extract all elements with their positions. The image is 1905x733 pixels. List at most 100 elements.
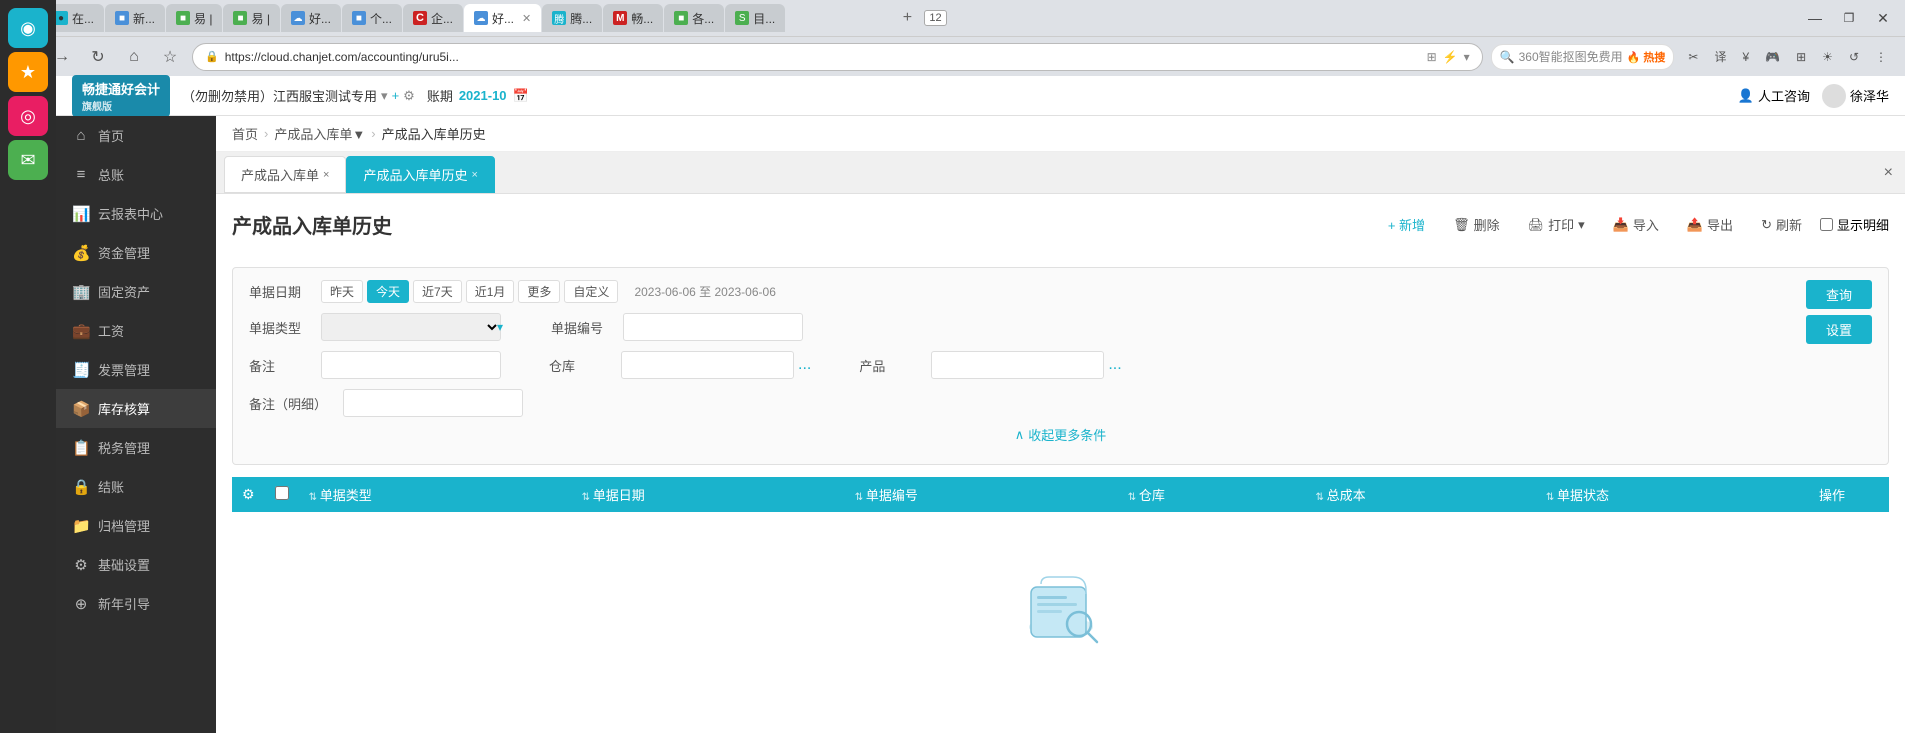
search-bar-360[interactable]: 🔍 360智能抠图免费用 🔥 热搜: [1491, 44, 1675, 70]
app-sidebar: ◉ ★ ◎ ✉: [0, 0, 56, 733]
select-all-checkbox[interactable]: [275, 486, 289, 500]
delete-button[interactable]: 🗑 删除: [1443, 210, 1510, 239]
table-col-checkbox[interactable]: [265, 477, 299, 512]
add-button[interactable]: + 新增: [1378, 210, 1435, 239]
product-input[interactable]: [931, 351, 1104, 379]
nav-item-ledger[interactable]: ≡ 总账: [56, 155, 216, 194]
breadcrumb-home[interactable]: 首页: [232, 124, 258, 143]
table-col-docnumber[interactable]: ⇅ 单据编号: [845, 477, 1118, 512]
table-col-docstatus[interactable]: ⇅ 单据状态: [1536, 477, 1809, 512]
tab11-label: 各...: [692, 10, 714, 27]
period-selector[interactable]: 账期 2021-10 📅: [427, 86, 529, 105]
settings-nav-icon: ⚙: [72, 556, 90, 574]
company-selector[interactable]: （勿删勿禁用）江西服宝测试专用 ▾ + ⚙: [182, 86, 415, 105]
sidebar-app1[interactable]: ◉: [8, 8, 48, 48]
home-button[interactable]: ⌂: [120, 43, 148, 71]
filter-area: 单据日期 昨天 今天 近7天 近1月 更多 自定义 2023-06-06 至 2…: [232, 267, 1889, 465]
page-tab-history-close[interactable]: ×: [471, 169, 477, 181]
nav-item-home[interactable]: ⌂ 首页: [56, 116, 216, 155]
brightness-icon[interactable]: ☀: [1816, 43, 1839, 71]
nav-item-invoice[interactable]: 🧾 发票管理: [56, 350, 216, 389]
game-icon[interactable]: 🎮: [1759, 43, 1786, 71]
browser-tab-8[interactable]: ☁ 好... ✕: [464, 4, 541, 32]
window-restore[interactable]: ❐: [1835, 4, 1863, 32]
browser-tab-11[interactable]: ■ 各...: [664, 4, 724, 32]
address-bar[interactable]: 🔒 https://cloud.chanjet.com/accounting/u…: [192, 43, 1483, 71]
service-button[interactable]: 👤 人工咨询: [1738, 86, 1810, 105]
collapse-filters-button[interactable]: ∧ 收起更多条件: [1015, 425, 1107, 444]
browser-tab-4[interactable]: ■ 易 |: [223, 4, 279, 32]
table-col-docdate[interactable]: ⇅ 单据日期: [572, 477, 845, 512]
page-tab-list[interactable]: 产成品入库单 ×: [224, 156, 346, 193]
warehouse-input[interactable]: [621, 351, 794, 379]
product-picker-icon[interactable]: ...: [1108, 356, 1121, 374]
detail-remark-input[interactable]: [343, 389, 523, 417]
page-tab-history[interactable]: 产成品入库单历史 ×: [346, 156, 494, 193]
close-panel-button[interactable]: ×: [1872, 160, 1905, 186]
sidebar-app3[interactable]: ◎: [8, 96, 48, 136]
doctype-select[interactable]: [321, 313, 501, 341]
tab8-close[interactable]: ✕: [522, 12, 531, 25]
nav-item-inventory[interactable]: 📦 库存核算: [56, 389, 216, 428]
nav-item-cloud-report[interactable]: 📊 云报表中心: [56, 194, 216, 233]
browser-tab-12[interactable]: S 目...: [725, 4, 785, 32]
query-button[interactable]: 查询: [1806, 280, 1872, 309]
refresh-button[interactable]: ↻: [84, 43, 112, 71]
table-col-totalcost[interactable]: ⇅ 总成本: [1305, 477, 1535, 512]
table-col-warehouse[interactable]: ⇅ 仓库: [1118, 477, 1306, 512]
nav-item-new-guide[interactable]: ⊕ 新年引导: [56, 584, 216, 623]
yuan-icon[interactable]: ¥: [1736, 43, 1755, 71]
browser-tab-3[interactable]: ■ 易 |: [166, 4, 222, 32]
date-opt-custom[interactable]: 自定义: [564, 280, 618, 303]
nav-item-settings[interactable]: ⚙ 基础设置: [56, 545, 216, 584]
browser-tab-6[interactable]: ■ 个...: [342, 4, 402, 32]
date-opt-more[interactable]: 更多: [518, 280, 560, 303]
export-button[interactable]: 📤 导出: [1677, 210, 1743, 239]
warehouse-picker-icon[interactable]: ...: [798, 356, 811, 374]
scissor-icon[interactable]: ✂: [1682, 43, 1704, 71]
user-menu[interactable]: 徐泽华: [1822, 84, 1889, 108]
settings-icon[interactable]: ⚙: [403, 88, 415, 104]
window-minimize[interactable]: —: [1801, 4, 1829, 32]
add-company-icon[interactable]: +: [392, 88, 400, 103]
new-tab-button[interactable]: +: [894, 5, 920, 31]
remark-filter-label: 备注: [249, 356, 305, 375]
more-icon[interactable]: ⋮: [1869, 43, 1893, 71]
date-opt-today[interactable]: 今天: [367, 280, 409, 303]
tab-count[interactable]: 12: [924, 10, 946, 26]
remark-input[interactable]: [321, 351, 501, 379]
show-columns-checkbox[interactable]: [1820, 218, 1833, 231]
date-opt-1month[interactable]: 近1月: [466, 280, 515, 303]
address-chevron-icon: ▾: [1464, 50, 1470, 64]
browser-tab-10[interactable]: M 畅...: [603, 4, 663, 32]
import-button[interactable]: 📥 导入: [1603, 210, 1669, 239]
window-close[interactable]: ✕: [1869, 4, 1897, 32]
browser-tab-9[interactable]: 腾 腾...: [542, 4, 602, 32]
nav-item-closing[interactable]: 🔒 结账: [56, 467, 216, 506]
sidebar-app4[interactable]: ✉: [8, 140, 48, 180]
bookmark-button[interactable]: ☆: [156, 43, 184, 71]
translate-icon[interactable]: 译: [1708, 43, 1732, 71]
grid-icon[interactable]: ⊞: [1790, 43, 1812, 71]
print-button[interactable]: 🖨 打印 ▾: [1518, 210, 1595, 239]
breadcrumb-list[interactable]: 产成品入库单▼: [274, 124, 365, 143]
sidebar-app2[interactable]: ★: [8, 52, 48, 92]
history-icon[interactable]: ↺: [1843, 43, 1865, 71]
show-columns-toggle[interactable]: 显示明细: [1820, 215, 1889, 234]
browser-tab-7[interactable]: C 企...: [403, 4, 463, 32]
nav-item-archive[interactable]: 📁 归档管理: [56, 506, 216, 545]
nav-item-funds[interactable]: 💰 资金管理: [56, 233, 216, 272]
date-opt-yesterday[interactable]: 昨天: [321, 280, 363, 303]
table-col-doctype[interactable]: ⇅ 单据类型: [299, 477, 572, 512]
table-col-gear[interactable]: ⚙: [232, 477, 265, 512]
docnumber-input[interactable]: [623, 313, 803, 341]
page-tab-list-close[interactable]: ×: [323, 169, 329, 181]
filter-settings-button[interactable]: 设置: [1806, 315, 1872, 344]
nav-item-tax[interactable]: 📋 税务管理: [56, 428, 216, 467]
refresh-button[interactable]: ↻ 刷新: [1751, 210, 1812, 239]
nav-item-fixed-assets[interactable]: 🏢 固定资产: [56, 272, 216, 311]
date-opt-7days[interactable]: 近7天: [413, 280, 462, 303]
nav-item-payroll[interactable]: 💼 工资: [56, 311, 216, 350]
browser-tab-5[interactable]: ☁ 好...: [281, 4, 341, 32]
browser-tab-2[interactable]: ■ 新...: [105, 4, 165, 32]
